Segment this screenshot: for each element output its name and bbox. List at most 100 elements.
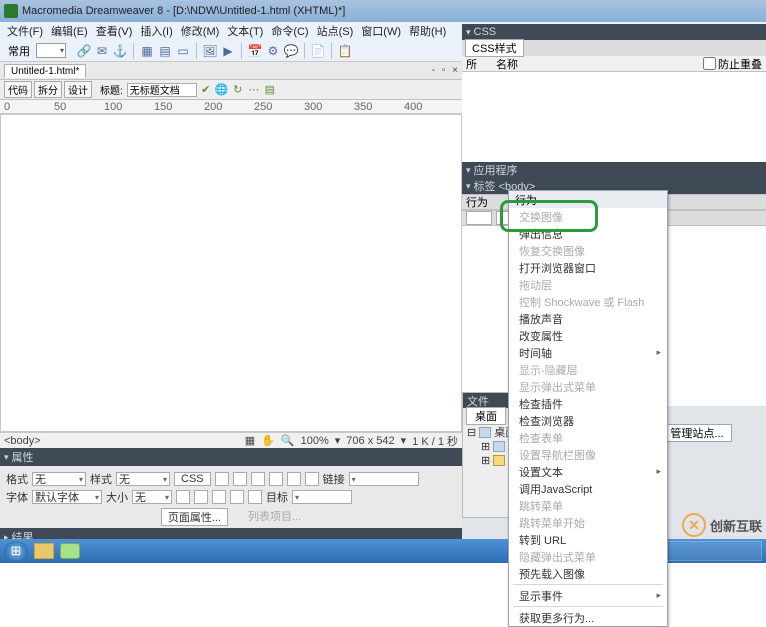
- zoom-percent[interactable]: 100%: [301, 435, 329, 447]
- size-label: 大小: [106, 489, 128, 505]
- context-menu-item: 跳转菜单开始: [509, 514, 667, 531]
- view-options-icon[interactable]: ▤: [263, 83, 277, 97]
- start-button[interactable]: ⊞: [4, 541, 28, 561]
- style-select[interactable]: 无: [116, 472, 170, 486]
- tag-icon-1[interactable]: [466, 211, 492, 225]
- view-design-button[interactable]: 设计: [64, 81, 92, 98]
- context-menu-item[interactable]: 调用JavaScript: [509, 480, 667, 497]
- list-ul-icon[interactable]: [194, 490, 208, 504]
- format-select[interactable]: 无: [32, 472, 86, 486]
- css-col-all[interactable]: 所: [462, 56, 492, 72]
- bold-icon[interactable]: [215, 472, 229, 486]
- zoom-tool-icon[interactable]: 🔍: [281, 434, 295, 447]
- css-button[interactable]: CSS: [174, 472, 211, 486]
- context-menu-item[interactable]: 改变属性: [509, 327, 667, 344]
- document-tab[interactable]: Untitled-1.html*: [4, 64, 86, 78]
- italic-icon[interactable]: [233, 472, 247, 486]
- menu-file[interactable]: 文件(F): [4, 23, 46, 39]
- context-menu-item: 隐藏弹出式菜单: [509, 548, 667, 565]
- template-icon[interactable]: 📋: [337, 43, 353, 59]
- context-menu-item[interactable]: 播放声音: [509, 310, 667, 327]
- anchor-icon[interactable]: ⚓: [112, 43, 128, 59]
- page-properties-button[interactable]: 页面属性...: [161, 508, 228, 526]
- align-right-icon[interactable]: [287, 472, 301, 486]
- div-icon[interactable]: ▭: [175, 43, 191, 59]
- files-desktop-tab[interactable]: 桌面: [466, 407, 506, 425]
- page-title-input[interactable]: [127, 83, 197, 97]
- menu-modify[interactable]: 修改(M): [178, 23, 223, 39]
- toolbar-dropdown[interactable]: [36, 43, 66, 58]
- browser-icon[interactable]: 🌐: [215, 83, 229, 97]
- context-menu-item[interactable]: 预先载入图像: [509, 565, 667, 582]
- menu-command[interactable]: 命令(C): [268, 23, 311, 39]
- email-icon[interactable]: ✉: [94, 43, 110, 59]
- hand-tool-icon[interactable]: ✋: [261, 434, 275, 447]
- tag-selector[interactable]: <body>: [4, 435, 41, 447]
- link-label: 链接: [323, 471, 345, 487]
- hyperlink-icon[interactable]: 🔗: [76, 43, 92, 59]
- menu-edit[interactable]: 编辑(E): [48, 23, 91, 39]
- align-left-icon[interactable]: [251, 472, 265, 486]
- options-icon[interactable]: ⋯: [247, 83, 261, 97]
- css-panel-header[interactable]: CSS: [462, 24, 766, 40]
- window-size[interactable]: 706 x 542: [346, 435, 394, 447]
- view-code-button[interactable]: 代码: [4, 81, 32, 98]
- menu-site[interactable]: 站点(S): [314, 23, 357, 39]
- menu-view[interactable]: 查看(V): [93, 23, 136, 39]
- view-split-button[interactable]: 拆分: [34, 81, 62, 98]
- menu-help[interactable]: 帮助(H): [406, 23, 449, 39]
- document-area: Untitled-1.html* - ▫ × 代码 拆分 设计 标题: ✔ 🌐 …: [0, 62, 462, 543]
- prevent-overlap-checkbox[interactable]: [703, 57, 716, 70]
- context-menu-item[interactable]: 弹出信息: [509, 225, 667, 242]
- dreamweaver-taskbar-icon[interactable]: [60, 543, 80, 559]
- context-menu-item[interactable]: 设置文本: [509, 463, 667, 480]
- system-tray[interactable]: [652, 541, 762, 561]
- target-select[interactable]: [292, 490, 352, 504]
- css-styles-tab[interactable]: CSS样式: [465, 39, 524, 57]
- list-ol-icon[interactable]: [212, 490, 226, 504]
- menu-insert[interactable]: 插入(I): [137, 23, 175, 39]
- css-list[interactable]: [462, 72, 766, 162]
- refresh-icon[interactable]: ↻: [231, 83, 245, 97]
- outdent-icon[interactable]: [230, 490, 244, 504]
- context-menu-item[interactable]: 获取更多行为...: [509, 609, 667, 626]
- behaviors-tab[interactable]: 行为: [466, 194, 488, 210]
- context-menu-item[interactable]: 显示事件: [509, 587, 667, 604]
- align-justify-icon[interactable]: [305, 472, 319, 486]
- date-icon[interactable]: 📅: [247, 43, 263, 59]
- validate-icon[interactable]: ✔: [199, 83, 213, 97]
- server-icon[interactable]: ⚙: [265, 43, 281, 59]
- menu-header: 行为: [509, 191, 667, 208]
- manage-sites-button[interactable]: 管理站点...: [662, 424, 732, 442]
- context-menu-item[interactable]: 时间轴: [509, 344, 667, 361]
- properties-header[interactable]: 属性: [0, 448, 462, 466]
- layout-icon[interactable]: ▤: [157, 43, 173, 59]
- context-menu-item: 拖动层: [509, 276, 667, 293]
- context-menu-item[interactable]: 检查插件: [509, 395, 667, 412]
- media-icon[interactable]: ▶: [220, 43, 236, 59]
- align-center-icon[interactable]: [269, 472, 283, 486]
- context-menu-item: 设置导航栏图像: [509, 446, 667, 463]
- script-icon[interactable]: 📄: [310, 43, 326, 59]
- select-tool-icon[interactable]: ▦: [245, 434, 255, 447]
- window-title: Macromedia Dreamweaver 8 - [D:\NDW\Untit…: [22, 5, 345, 17]
- size-select[interactable]: 无: [132, 490, 172, 504]
- font-select[interactable]: 默认字体: [32, 490, 102, 504]
- table-icon[interactable]: ▦: [139, 43, 155, 59]
- design-canvas[interactable]: [0, 114, 462, 432]
- context-menu-item[interactable]: 打开浏览器窗口: [509, 259, 667, 276]
- title-label: 标题:: [100, 82, 123, 97]
- menu-window[interactable]: 窗口(W): [358, 23, 404, 39]
- doc-window-buttons[interactable]: - ▫ ×: [432, 65, 462, 76]
- indent-icon[interactable]: [248, 490, 262, 504]
- file-size: 1 K / 1 秒: [412, 433, 458, 449]
- link-select[interactable]: [349, 472, 419, 486]
- app-panel-header[interactable]: 应用程序: [462, 162, 766, 178]
- menu-text[interactable]: 文本(T): [224, 23, 266, 39]
- explorer-taskbar-icon[interactable]: [34, 543, 54, 559]
- image-icon[interactable]: 🖼: [202, 43, 218, 59]
- comment-icon[interactable]: 💬: [283, 43, 299, 59]
- color-swatch[interactable]: [176, 490, 190, 504]
- context-menu-item[interactable]: 检查浏览器: [509, 412, 667, 429]
- context-menu-item[interactable]: 转到 URL: [509, 531, 667, 548]
